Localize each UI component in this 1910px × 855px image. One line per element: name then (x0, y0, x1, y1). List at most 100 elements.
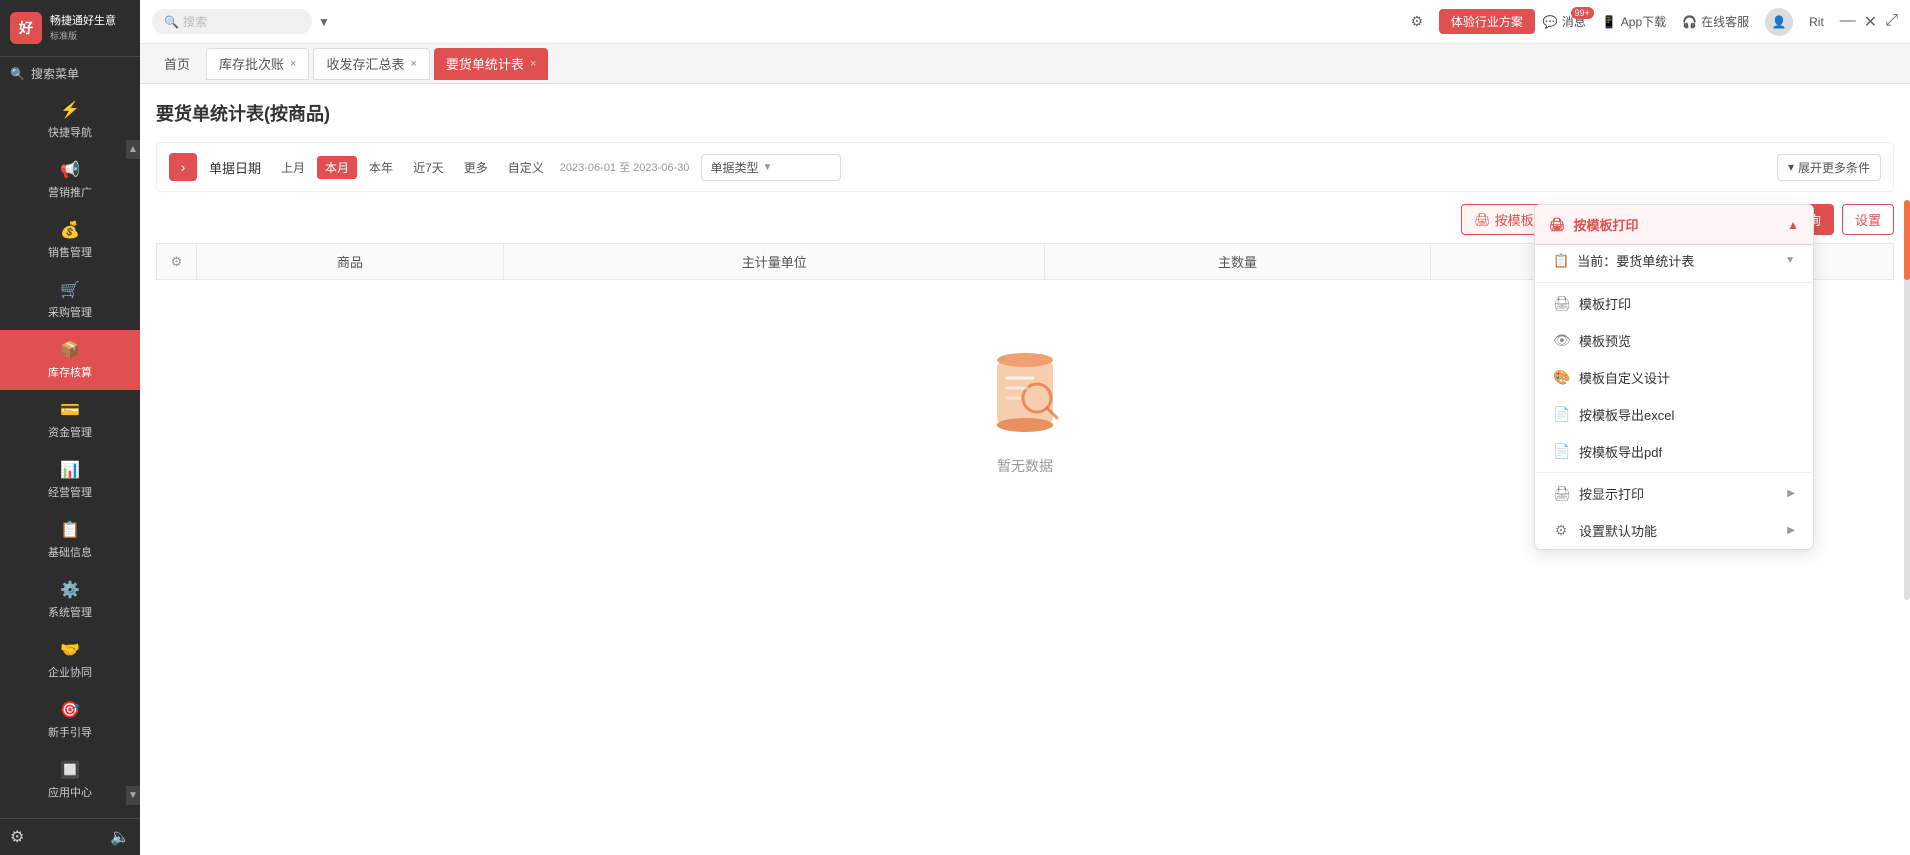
dropdown-collapse-icon: ▲ (1787, 218, 1799, 232)
dropdown-item-set-default[interactable]: ⚙ 设置默认功能 ▶ (1535, 512, 1813, 549)
empty-icon (975, 340, 1075, 440)
app-center-icon: 🔲 (60, 760, 80, 780)
tab-order-stats-close[interactable]: × (530, 58, 536, 70)
sidebar-bottom: ⚙ 🔈 (0, 818, 140, 855)
sidebar-scroll-down-btn[interactable]: ▼ (126, 786, 140, 805)
marketing-icon: 📢 (60, 160, 80, 180)
speaker-icon[interactable]: 🔈 (110, 827, 130, 847)
tab-receivables-close[interactable]: × (410, 58, 416, 70)
search-box[interactable]: 🔍 搜索 (152, 9, 312, 34)
page-content: 要货单统计表(按商品) › 单据日期 上月 本月 本年 近7天 更多 自定义 2… (140, 84, 1910, 855)
nav-item-label: 快捷导航 (48, 124, 92, 140)
promo-button[interactable]: 体验行业方案 (1439, 9, 1535, 34)
gear-icon[interactable]: ⚙ (1403, 8, 1431, 36)
sidebar-item-newbie[interactable]: 🎯 新手引导 (0, 690, 140, 750)
user-avatar[interactable]: 👤 (1765, 8, 1793, 36)
dropdown-item-export-excel[interactable]: 📄 按模板导出excel (1535, 396, 1813, 433)
dropdown-header[interactable]: 🖨 按模板打印 ▲ (1535, 205, 1813, 245)
nav-item-label: 企业协同 (48, 664, 92, 680)
main-area: 🔍 搜索 ▼ ⚙ 体验行业方案 💬 消息 99+ 📱 App下载 🎧 在线客服 (140, 0, 1910, 855)
topbar-nav-controls: ▼ (318, 15, 330, 29)
tab-bar: 首页 库存批次账 × 收发存汇总表 × 要货单统计表 × (140, 44, 1910, 84)
nav-item-label: 系统管理 (48, 604, 92, 620)
dropdown-header-left: 🖨 按模板打印 (1549, 215, 1639, 234)
topbar: 🔍 搜索 ▼ ⚙ 体验行业方案 💬 消息 99+ 📱 App下载 🎧 在线客服 (140, 0, 1910, 44)
dropdown-arrow[interactable]: ▼ (318, 15, 330, 29)
dropdown-item-display-print[interactable]: 🖨 按显示打印 ▶ (1535, 475, 1813, 512)
template-preview-icon: 👁 (1553, 332, 1569, 349)
sidebar-item-purchase[interactable]: 🛒 采购管理 (0, 270, 140, 330)
date-btn-this-year[interactable]: 本年 (361, 156, 401, 179)
dropdown-item-export-pdf[interactable]: 📄 按模板导出pdf (1535, 433, 1813, 470)
export-pdf-label: 按模板导出pdf (1579, 442, 1662, 461)
date-btn-this-month[interactable]: 本月 (317, 156, 357, 179)
logo-icon: 好 (10, 12, 42, 44)
scrollbar-thumb[interactable] (1904, 200, 1910, 280)
sidebar-item-quick-nav[interactable]: ⚡ 快捷导航 (0, 90, 140, 150)
purchase-icon: 🛒 (60, 280, 80, 300)
col-settings-icon[interactable]: ⚙ (171, 254, 183, 269)
dropdown-current-template[interactable]: 📋 当前：要货单统计表 ▼ (1535, 245, 1813, 280)
online-service-btn[interactable]: 🎧 在线客服 (1682, 13, 1749, 30)
search-area: 🔍 搜索 ▼ (152, 9, 1395, 34)
doc-type-label: 单据类型 (710, 159, 758, 176)
sidebar-scroll-up-btn[interactable]: ▲ (126, 140, 140, 159)
tab-batch-accounts-close[interactable]: × (290, 58, 296, 70)
sidebar-item-app-center[interactable]: 🔲 应用中心 (0, 750, 140, 810)
sidebar-logo: 好 畅捷通好生意 标准版 (0, 0, 140, 57)
maximize-btn[interactable]: ⤢ (1885, 12, 1898, 32)
empty-text: 暂无数据 (997, 456, 1053, 476)
sidebar-item-inventory[interactable]: 📦 库存核算 (0, 330, 140, 390)
system-icon: ⚙️ (60, 580, 80, 600)
sidebar-item-marketing[interactable]: 📢 营销推广 (0, 150, 140, 210)
service-icon: 🎧 (1682, 15, 1697, 29)
date-btn-7days[interactable]: 近7天 (405, 156, 452, 179)
nav-item-label: 资金管理 (48, 424, 92, 440)
newbie-icon: 🎯 (60, 700, 80, 720)
tab-home[interactable]: 首页 (152, 48, 202, 80)
printer-icon: 🖨 (1474, 212, 1491, 228)
minimize-btn[interactable]: — (1840, 12, 1856, 32)
app-download-btn[interactable]: 📱 App下载 (1602, 13, 1666, 30)
sidebar-item-corp-wechat[interactable]: 💬 企业微信 (0, 810, 140, 818)
filter-toggle-btn[interactable]: › (169, 153, 197, 181)
sidebar-item-operations[interactable]: 📊 经营管理 (0, 450, 140, 510)
set-default-arrow: ▶ (1787, 525, 1795, 536)
username: Rit (1809, 15, 1824, 29)
tab-home-label: 首页 (164, 54, 190, 73)
sales-icon: 💰 (60, 220, 80, 240)
tab-batch-accounts-label: 库存批次账 (219, 54, 284, 73)
search-label: 搜索菜单 (31, 65, 79, 82)
date-btn-more[interactable]: 更多 (456, 156, 496, 179)
close-btn[interactable]: ✕ (1864, 12, 1877, 32)
sidebar-item-system[interactable]: ⚙️ 系统管理 (0, 570, 140, 630)
quick-nav-icon: ⚡ (60, 100, 80, 120)
tab-receivables-summary[interactable]: 收发存汇总表 × (313, 48, 429, 80)
dropdown-item-template-design[interactable]: 🎨 模板自定义设计 (1535, 359, 1813, 396)
nav-item-label: 经营管理 (48, 484, 92, 500)
expand-conditions-btn[interactable]: ▾ 展开更多条件 (1777, 154, 1881, 181)
sidebar-item-enterprise[interactable]: 🤝 企业协同 (0, 630, 140, 690)
settings-btn[interactable]: 设置 (1842, 204, 1894, 235)
finance-icon: 💳 (60, 400, 80, 420)
settings-icon[interactable]: ⚙ (10, 827, 24, 847)
page-scrollbar[interactable] (1904, 200, 1910, 600)
tab-order-stats[interactable]: 要货单统计表 × (434, 48, 548, 80)
sidebar-search[interactable]: 🔍 搜索菜单 (0, 57, 140, 90)
inventory-icon: 📦 (60, 340, 80, 360)
dropdown-item-template-print[interactable]: 🖨 模板打印 (1535, 285, 1813, 322)
date-btn-last-month[interactable]: 上月 (273, 156, 313, 179)
date-buttons: 上月 本月 本年 近7天 更多 自定义 2023-06-01 至 2023-06… (273, 156, 689, 179)
doc-type-select[interactable]: 单据类型 ▼ (701, 154, 841, 181)
tab-batch-accounts[interactable]: 库存批次账 × (206, 48, 309, 80)
sidebar-item-basic-info[interactable]: 📋 基础信息 (0, 510, 140, 570)
sidebar-item-sales[interactable]: 💰 销售管理 (0, 210, 140, 270)
col-settings[interactable]: ⚙ (157, 244, 197, 280)
divider-2 (1535, 472, 1813, 473)
date-btn-custom[interactable]: 自定义 (500, 156, 552, 179)
sidebar-item-finance[interactable]: 💳 资金管理 (0, 390, 140, 450)
empty-illustration (975, 340, 1075, 440)
display-print-icon: 🖨 (1553, 485, 1569, 502)
dropdown-item-template-preview[interactable]: 👁 模板预览 (1535, 322, 1813, 359)
message-btn[interactable]: 💬 消息 99+ (1543, 13, 1586, 30)
